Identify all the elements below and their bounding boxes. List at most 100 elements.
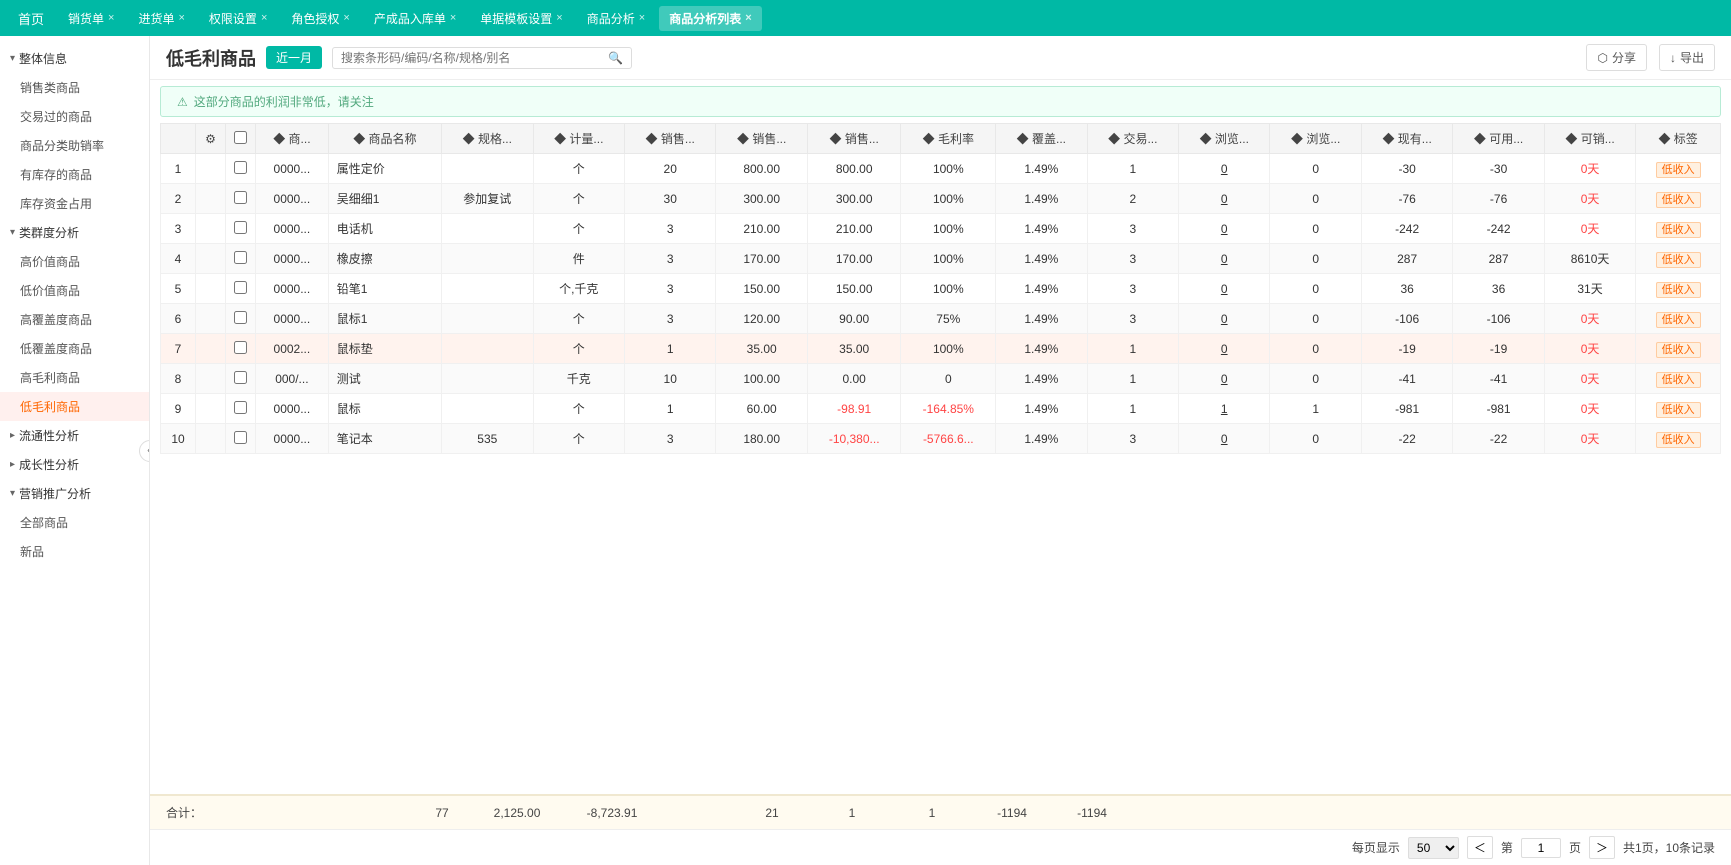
col-transaction[interactable]: ◆ 交易... [1087,124,1178,154]
sidebar-item-high-value[interactable]: 高价值商品 [0,247,149,276]
table-row[interactable]: 1 0000... 属性定价 个 20 800.00 800.00 100% 1… [161,154,1721,184]
row-checkbox[interactable] [234,161,247,174]
browse-link[interactable]: 0 [1221,162,1228,176]
browse-link[interactable]: 0 [1221,252,1228,266]
browse-link[interactable]: 0 [1221,222,1228,236]
cell-check[interactable] [226,334,256,364]
search-input[interactable] [341,51,602,65]
table-row[interactable]: 5 0000... 铅笔1 个,千克 3 150.00 150.00 100% … [161,274,1721,304]
col-coverage[interactable]: ◆ 覆盖... [996,124,1087,154]
sidebar-item-high-margin[interactable]: 高毛利商品 [0,363,149,392]
nav-close-roles[interactable]: × [343,12,349,24]
col-sales-price[interactable]: ◆ 销售... [716,124,807,154]
date-filter-button[interactable]: 近一月 [266,46,322,69]
col-gross-margin[interactable]: ◆ 毛利率 [901,124,996,154]
sidebar-item-category-rate[interactable]: 商品分类助销率 [0,131,149,160]
cell-check[interactable] [226,274,256,304]
browse-link[interactable]: 0 [1221,312,1228,326]
nav-close-product-analysis-list[interactable]: × [745,12,751,24]
col-spec[interactable]: ◆ 规格... [442,124,533,154]
cell-check[interactable] [226,184,256,214]
browse-link[interactable]: 0 [1221,192,1228,206]
sidebar-section-overall[interactable]: ▾ 整体信息 [0,44,149,73]
nav-permissions[interactable]: 权限设置 × [199,6,277,31]
row-checkbox[interactable] [234,401,247,414]
row-checkbox[interactable] [234,341,247,354]
row-checkbox[interactable] [234,251,247,264]
col-current[interactable]: ◆ 现有... [1361,124,1452,154]
sidebar-item-sales-products[interactable]: 销售类商品 [0,73,149,102]
nav-product-analysis-list[interactable]: 商品分析列表 × [659,6,761,31]
nav-close-purchase[interactable]: × [178,12,184,24]
page-input[interactable] [1521,838,1561,858]
sidebar-section-growth[interactable]: ▸ 成长性分析 [0,450,149,479]
browse-link[interactable]: 0 [1221,432,1228,446]
next-page-button[interactable]: ＞ [1589,836,1615,859]
table-row[interactable]: 10 0000... 笔记本 535 个 3 180.00 -10,380...… [161,424,1721,454]
cell-browse1[interactable]: 1 [1179,394,1270,424]
sidebar-section-group-analysis[interactable]: ▾ 类群度分析 [0,218,149,247]
row-checkbox[interactable] [234,371,247,384]
cell-check[interactable] [226,214,256,244]
cell-browse1[interactable]: 0 [1179,244,1270,274]
cell-browse1[interactable]: 0 [1179,334,1270,364]
sidebar-item-with-stock[interactable]: 有库存的商品 [0,160,149,189]
nav-close-template[interactable]: × [556,12,562,24]
prev-page-button[interactable]: ＜ [1467,836,1493,859]
nav-sales[interactable]: 销货单 × [58,6,124,31]
sidebar-item-low-margin[interactable]: 低毛利商品 [0,392,149,421]
sidebar-item-all-products[interactable]: 全部商品 [0,508,149,537]
col-check[interactable] [226,124,256,154]
sidebar-item-traded-products[interactable]: 交易过的商品 [0,102,149,131]
col-gear[interactable]: ⚙ [196,124,226,154]
cell-check[interactable] [226,424,256,454]
nav-close-permissions[interactable]: × [261,12,267,24]
col-name[interactable]: ◆ 商品名称 [328,124,441,154]
sidebar-item-low-coverage[interactable]: 低覆盖度商品 [0,334,149,363]
col-tag[interactable]: ◆ 标签 [1636,124,1721,154]
cell-browse1[interactable]: 0 [1179,274,1270,304]
table-container[interactable]: ⚙ ◆ 商... ◆ 商品名称 ◆ 规格... ◆ 计量... ◆ 销售... … [150,123,1731,794]
export-button[interactable]: ↓ 导出 [1659,44,1715,71]
col-available[interactable]: ◆ 可用... [1453,124,1544,154]
table-row[interactable]: 8 000/... 测试 千克 10 100.00 0.00 0 1.49% 1… [161,364,1721,394]
nav-product-entry[interactable]: 产成品入库单 × [364,6,466,31]
table-row[interactable]: 3 0000... 电话机 个 3 210.00 210.00 100% 1.4… [161,214,1721,244]
nav-template-settings[interactable]: 单据模板设置 × [470,6,572,31]
table-row[interactable]: 2 0000... 吴细细1 参加复试 个 30 300.00 300.00 1… [161,184,1721,214]
nav-purchase[interactable]: 进货单 × [128,6,194,31]
table-row[interactable]: 9 0000... 鼠标 个 1 60.00 -98.91 -164.85% 1… [161,394,1721,424]
sidebar-item-new-products[interactable]: 新品 [0,537,149,566]
col-code[interactable]: ◆ 商... [256,124,329,154]
sidebar-item-stock-capital[interactable]: 库存资金占用 [0,189,149,218]
cell-check[interactable] [226,154,256,184]
col-browse1[interactable]: ◆ 浏览... [1179,124,1270,154]
row-checkbox[interactable] [234,281,247,294]
col-unit[interactable]: ◆ 计量... [533,124,624,154]
cell-browse1[interactable]: 0 [1179,304,1270,334]
table-row[interactable]: 4 0000... 橡皮擦 件 3 170.00 170.00 100% 1.4… [161,244,1721,274]
browse-link[interactable]: 1 [1221,402,1228,416]
nav-roles[interactable]: 角色授权 × [281,6,359,31]
cell-check[interactable] [226,394,256,424]
cell-check[interactable] [226,304,256,334]
sidebar-item-high-coverage[interactable]: 高覆盖度商品 [0,305,149,334]
sidebar-section-circulation[interactable]: ▸ 流通性分析 [0,421,149,450]
per-page-select[interactable]: 50 100 200 [1408,837,1459,859]
cell-browse1[interactable]: 0 [1179,214,1270,244]
col-sales-profit[interactable]: ◆ 销售... [807,124,901,154]
nav-product-analysis[interactable]: 商品分析 × [577,6,655,31]
cell-check[interactable] [226,364,256,394]
cell-browse1[interactable]: 0 [1179,364,1270,394]
col-sales-count[interactable]: ◆ 销售... [624,124,715,154]
nav-close-product-entry[interactable]: × [450,12,456,24]
nav-home[interactable]: 首页 [8,5,54,32]
row-checkbox[interactable] [234,311,247,324]
browse-link[interactable]: 0 [1221,372,1228,386]
browse-link[interactable]: 0 [1221,342,1228,356]
row-checkbox[interactable] [234,431,247,444]
row-checkbox[interactable] [234,191,247,204]
sidebar-item-low-value[interactable]: 低价值商品 [0,276,149,305]
cell-browse1[interactable]: 0 [1179,424,1270,454]
col-browse2[interactable]: ◆ 浏览... [1270,124,1361,154]
